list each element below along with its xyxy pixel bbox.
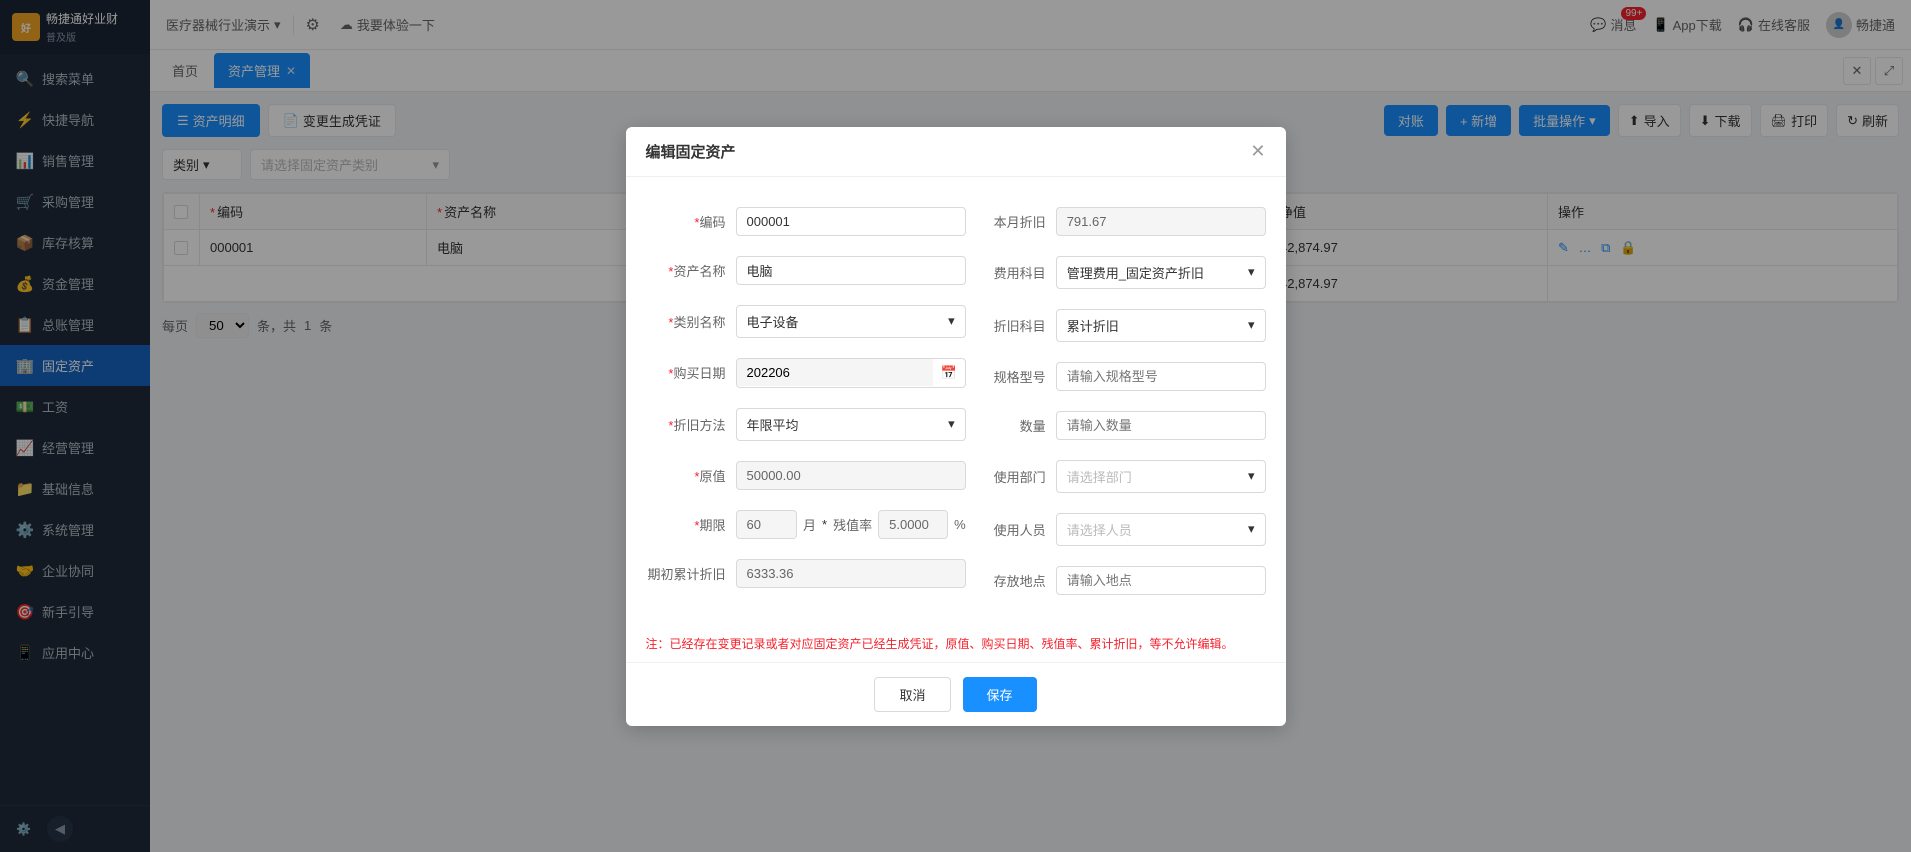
form-row-quantity: 数量 <box>966 401 1266 450</box>
dialog-header: 编辑固定资产 ✕ <box>626 127 1286 177</box>
form-row-dep-subject: 折旧科目 累计折旧 ▾ <box>966 299 1266 352</box>
location-label: 存放地点 <box>966 571 1056 590</box>
person-label: 使用人员 <box>966 520 1056 539</box>
dep-method-select[interactable]: 年限平均 ▾ <box>736 408 966 441</box>
expense-subject-select[interactable]: 管理费用_固定资产折旧 ▾ <box>1056 256 1266 289</box>
form-row-purchase-date: *购买日期 📅 <box>646 348 966 398</box>
original-value-input[interactable] <box>736 461 966 490</box>
spec-model-label: 规格型号 <box>966 367 1056 386</box>
period-inline: 月 * 残值率 % <box>736 510 966 539</box>
category-select[interactable]: 电子设备 ▾ <box>736 305 966 338</box>
form-row-initial-accum-dep: 期初累计折旧 <box>646 549 966 598</box>
cancel-btn[interactable]: 取消 <box>874 677 950 712</box>
save-btn[interactable]: 保存 <box>963 677 1037 712</box>
initial-accum-dep-label: 期初累计折旧 <box>646 564 736 583</box>
dep-subject-label: 折旧科目 <box>966 316 1056 335</box>
period-label: *期限 <box>646 515 736 534</box>
dialog-footer: 取消 保存 <box>626 662 1286 726</box>
dialog-overlay: 编辑固定资产 ✕ *编码 *资产名称 <box>0 0 1911 852</box>
chevron-down-icon: ▾ <box>1248 521 1255 537</box>
dialog-close-btn[interactable]: ✕ <box>1250 141 1265 162</box>
chevron-down-icon: ▾ <box>948 313 955 329</box>
form-row-original-value: *原值 <box>646 451 966 500</box>
monthly-dep-label: 本月折旧 <box>966 212 1056 231</box>
initial-accum-dep-input[interactable] <box>736 559 966 588</box>
chevron-down-icon: ▾ <box>948 416 955 432</box>
form-row-department: 使用部门 请选择部门 ▾ <box>966 450 1266 503</box>
edit-asset-dialog: 编辑固定资产 ✕ *编码 *资产名称 <box>626 127 1286 726</box>
form-row-dep-method: *折旧方法 年限平均 ▾ <box>646 398 966 451</box>
location-input[interactable] <box>1056 566 1266 595</box>
purchase-date-label: *购买日期 <box>646 363 736 382</box>
form-row-monthly-dep: 本月折旧 <box>966 197 1266 246</box>
form-row-person: 使用人员 请选择人员 ▾ <box>966 503 1266 556</box>
quantity-input[interactable] <box>1056 411 1266 440</box>
salvage-rate-input[interactable] <box>878 510 948 539</box>
form-row-spec-model: 规格型号 <box>966 352 1266 401</box>
period-input[interactable] <box>736 510 798 539</box>
form-right-col: 本月折旧 费用科目 管理费用_固定资产折旧 ▾ <box>966 197 1266 605</box>
form-row-location: 存放地点 <box>966 556 1266 605</box>
chevron-down-icon: ▾ <box>1248 468 1255 484</box>
name-input[interactable] <box>736 256 966 285</box>
purchase-date-input[interactable] <box>737 359 933 386</box>
calendar-icon[interactable]: 📅 <box>933 359 965 387</box>
original-value-label: *原值 <box>646 466 736 485</box>
quantity-label: 数量 <box>966 416 1056 435</box>
spec-model-input[interactable] <box>1056 362 1266 391</box>
monthly-dep-input <box>1056 207 1266 236</box>
department-label: 使用部门 <box>966 467 1056 486</box>
dialog-note: 注：已经存在变更记录或者对应固定资产已经生成凭证，原值、购买日期、残值率、累计折… <box>626 625 1286 662</box>
purchase-date-input-wrapper: 📅 <box>736 358 966 388</box>
expense-subject-label: 费用科目 <box>966 263 1056 282</box>
code-label: *编码 <box>646 212 736 231</box>
dep-method-label: *折旧方法 <box>646 415 736 434</box>
department-select[interactable]: 请选择部门 ▾ <box>1056 460 1266 493</box>
name-label: *资产名称 <box>646 261 736 280</box>
form-row-name: *资产名称 <box>646 246 966 295</box>
dep-subject-select[interactable]: 累计折旧 ▾ <box>1056 309 1266 342</box>
form-row-expense-subject: 费用科目 管理费用_固定资产折旧 ▾ <box>966 246 1266 299</box>
form-grid: *编码 *资产名称 *类别名称 <box>646 197 1266 605</box>
form-row-code: *编码 <box>646 197 966 246</box>
form-row-period: *期限 月 * 残值率 % <box>646 500 966 549</box>
dialog-body: *编码 *资产名称 *类别名称 <box>626 177 1286 625</box>
form-left-col: *编码 *资产名称 *类别名称 <box>646 197 966 605</box>
chevron-down-icon: ▾ <box>1248 317 1255 333</box>
chevron-down-icon: ▾ <box>1248 264 1255 280</box>
category-label: *类别名称 <box>646 312 736 331</box>
dialog-title: 编辑固定资产 <box>646 141 736 162</box>
form-row-category: *类别名称 电子设备 ▾ <box>646 295 966 348</box>
code-input[interactable] <box>736 207 966 236</box>
person-select[interactable]: 请选择人员 ▾ <box>1056 513 1266 546</box>
